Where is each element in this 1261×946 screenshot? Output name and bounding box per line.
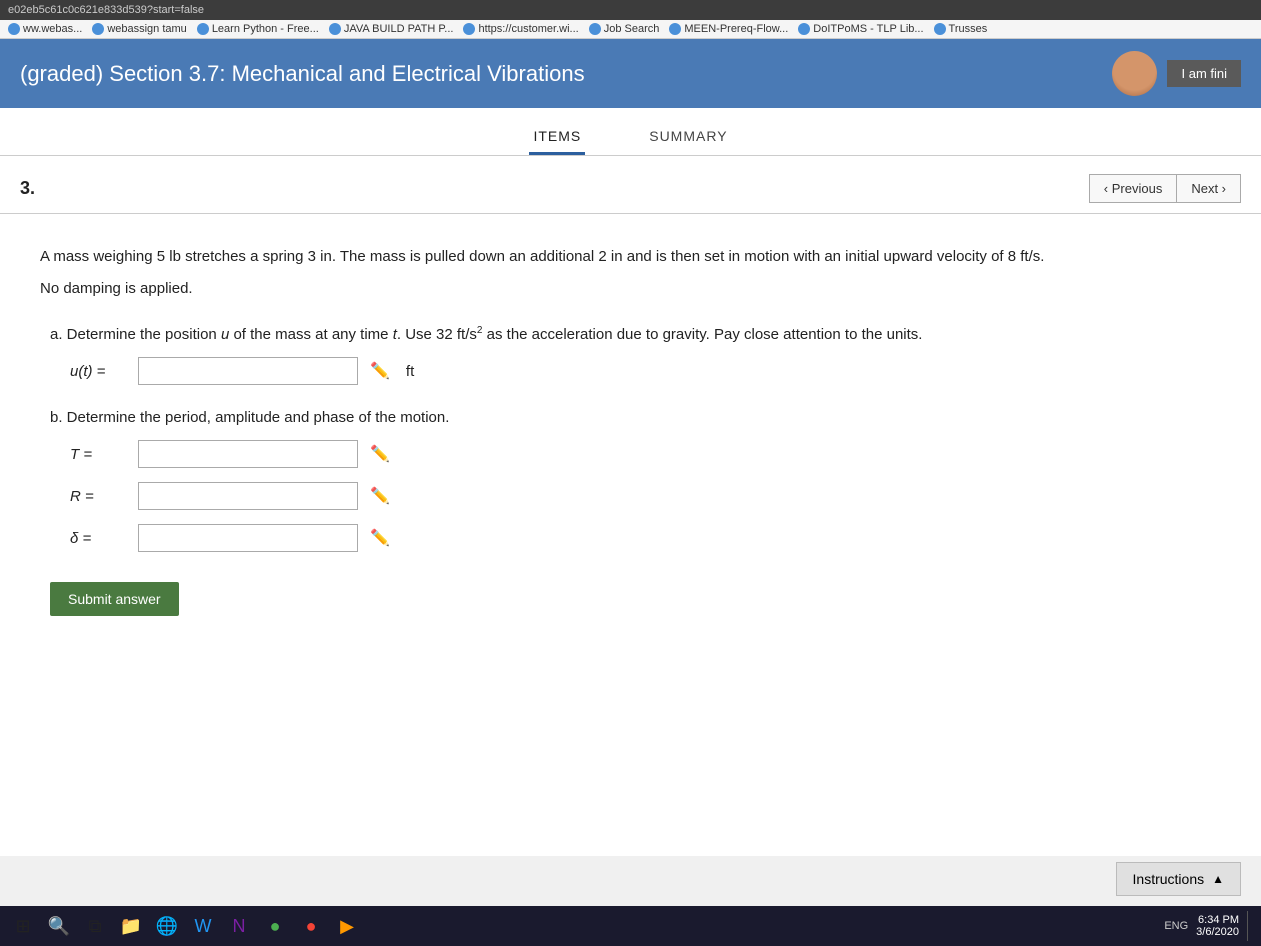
taskbar-lang: ENG (1164, 920, 1188, 932)
bookmark-doitpoms[interactable]: DoITPoMS - TLP Lib... (798, 23, 923, 35)
part-b: b. Determine the period, amplitude and p… (40, 409, 1221, 552)
bookmark-icon-webassign (92, 23, 104, 35)
problem-line-1: A mass weighing 5 lb stretches a spring … (40, 244, 1221, 270)
bookmark-icon-webas (8, 23, 20, 35)
bookmark-label: MEEN-Prereq-Flow... (684, 23, 788, 35)
R-input-row: R = ✏️ (70, 482, 1221, 510)
bookmark-icon-job (589, 23, 601, 35)
tab-items[interactable]: ITEMS (529, 120, 585, 155)
bookmark-label: https://customer.wi... (478, 23, 578, 35)
bookmark-python[interactable]: Learn Python - Free... (197, 23, 319, 35)
bookmark-icon-customer (463, 23, 475, 35)
question-number: 3. (20, 178, 35, 199)
taskbar-right: ENG 6:34 PM 3/6/2020 (1164, 911, 1253, 941)
bookmark-customer[interactable]: https://customer.wi... (463, 23, 578, 35)
bookmark-label: webassign tamu (107, 23, 187, 35)
previous-button[interactable]: ‹ Previous (1089, 174, 1177, 203)
url-display: e02eb5c61c0c621e833d539?start=false (8, 4, 204, 16)
delta-label: δ = (70, 530, 130, 547)
search-icon[interactable]: 🔍 (44, 911, 74, 941)
clock-date: 3/6/2020 (1196, 926, 1239, 938)
redapp-icon[interactable]: ● (296, 911, 326, 941)
R-answer-input[interactable] (138, 482, 358, 510)
bookmark-label: DoITPoMS - TLP Lib... (813, 23, 923, 35)
greenapp-icon[interactable]: ● (260, 911, 290, 941)
part-a-answer-input[interactable] (138, 357, 358, 385)
instructions-label: Instructions (1133, 871, 1205, 887)
bookmark-icon-java (329, 23, 341, 35)
onenote-icon[interactable]: N (224, 911, 254, 941)
bookmark-meen[interactable]: MEEN-Prereq-Flow... (669, 23, 788, 35)
problem-line-2: No damping is applied. (40, 276, 1221, 302)
delta-pencil-button[interactable]: ✏️ (366, 526, 394, 550)
file-explorer-icon[interactable]: 📁 (116, 911, 146, 941)
bookmark-java[interactable]: JAVA BUILD PATH P... (329, 23, 454, 35)
bookmark-job[interactable]: Job Search (589, 23, 660, 35)
word-icon[interactable]: W (188, 911, 218, 941)
T-answer-input[interactable] (138, 440, 358, 468)
task-view-icon[interactable]: ⧉ (80, 911, 110, 941)
tab-summary[interactable]: SUMMARY (645, 120, 731, 155)
T-pencil-button[interactable]: ✏️ (366, 442, 394, 466)
next-button[interactable]: Next › (1176, 174, 1241, 203)
instructions-button[interactable]: Instructions ▲ (1116, 862, 1241, 896)
tabs-bar: ITEMS SUMMARY (0, 108, 1261, 156)
part-a: a. Determine the position u of the mass … (40, 325, 1221, 385)
part-a-unit: ft (406, 363, 414, 380)
page-title: (graded) Section 3.7: Mechanical and Ele… (20, 61, 585, 87)
T-label: T = (70, 446, 130, 463)
part-a-label: a. Determine the position u of the mass … (50, 325, 1221, 343)
bookmark-trusses[interactable]: Trusses (934, 23, 988, 35)
page-header: (graded) Section 3.7: Mechanical and Ele… (0, 39, 1261, 108)
problem-statement: A mass weighing 5 lb stretches a spring … (40, 244, 1221, 301)
bookmark-label: ww.webas... (23, 23, 82, 35)
submit-area: Submit answer (40, 582, 1221, 616)
R-label: R = (70, 488, 130, 505)
bookmark-icon-doitpoms (798, 23, 810, 35)
T-input-row: T = ✏️ (70, 440, 1221, 468)
delta-answer-input[interactable] (138, 524, 358, 552)
finish-button[interactable]: I am fini (1167, 60, 1241, 87)
yellowapp-icon[interactable]: ▶ (332, 911, 362, 941)
bookmark-label: Trusses (949, 23, 988, 35)
submit-button[interactable]: Submit answer (50, 582, 179, 616)
avatar (1112, 51, 1157, 96)
taskbar: ⊞ 🔍 ⧉ 📁 🌐 W N ● ● ▶ ENG 6:34 PM 3/6/2020 (0, 906, 1261, 946)
bookmark-webas[interactable]: ww.webas... (8, 23, 82, 35)
bookmark-webassign[interactable]: webassign tamu (92, 23, 187, 35)
part-a-pencil-button[interactable]: ✏️ (366, 359, 394, 383)
start-button[interactable]: ⊞ (8, 911, 38, 941)
browser-address-bar: e02eb5c61c0c621e833d539?start=false (0, 0, 1261, 20)
part-a-input-row: u(t) = ✏️ ft (70, 357, 1221, 385)
nav-buttons: ‹ Previous Next › (1089, 174, 1241, 203)
bookmark-label: Job Search (604, 23, 660, 35)
question-header: 3. ‹ Previous Next › (0, 156, 1261, 214)
browser-icon[interactable]: 🌐 (152, 911, 182, 941)
bookmark-icon-python (197, 23, 209, 35)
chevron-up-icon: ▲ (1212, 872, 1224, 886)
problem-area: A mass weighing 5 lb stretches a spring … (0, 214, 1261, 646)
bookmark-icon-meen (669, 23, 681, 35)
main-content: 3. ‹ Previous Next › A mass weighing 5 l… (0, 156, 1261, 856)
bookmark-label: Learn Python - Free... (212, 23, 319, 35)
clock-time: 6:34 PM (1196, 914, 1239, 926)
R-pencil-button[interactable]: ✏️ (366, 484, 394, 508)
bookmarks-bar: ww.webas... webassign tamu Learn Python … (0, 20, 1261, 39)
bookmark-label: JAVA BUILD PATH P... (344, 23, 454, 35)
part-b-label: b. Determine the period, amplitude and p… (50, 409, 1221, 426)
delta-input-row: δ = ✏️ (70, 524, 1221, 552)
part-a-input-label: u(t) = (70, 363, 130, 380)
show-desktop-button[interactable] (1247, 911, 1253, 941)
header-right: I am fini (1112, 51, 1241, 96)
clock: 6:34 PM 3/6/2020 (1196, 914, 1239, 938)
bookmark-icon-trusses (934, 23, 946, 35)
